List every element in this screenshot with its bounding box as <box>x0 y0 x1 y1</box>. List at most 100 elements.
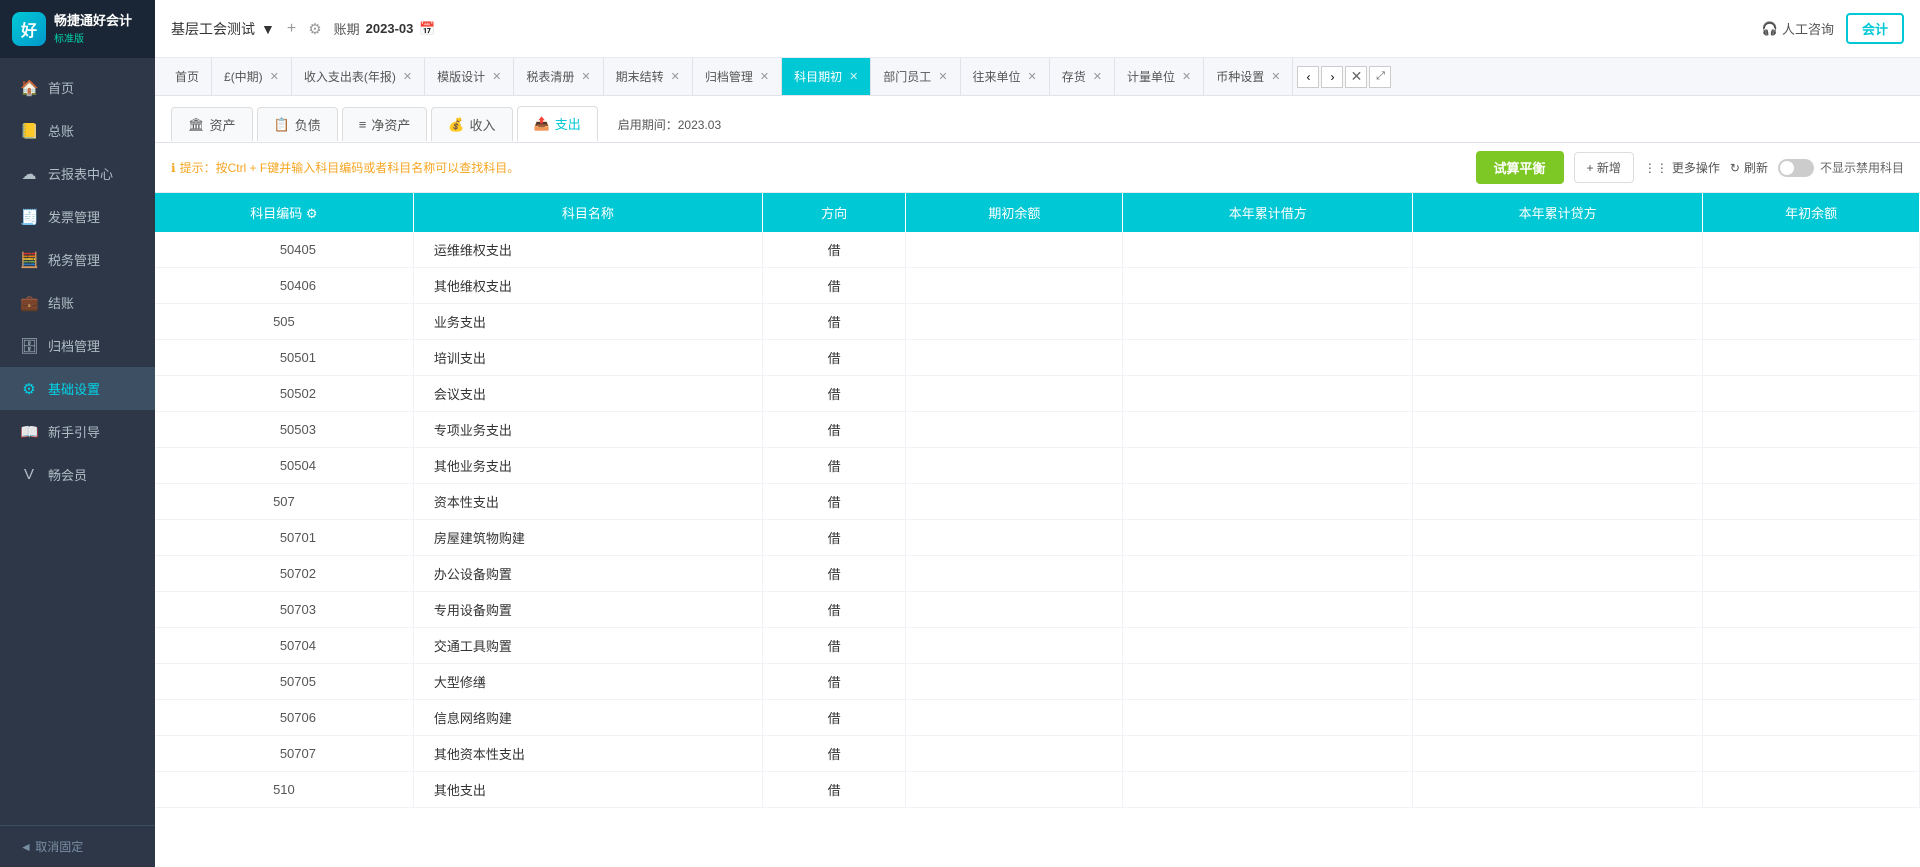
tab-close-unit[interactable]: ✕ <box>1182 70 1191 83</box>
nav-label-home: 首页 <box>48 78 74 97</box>
sidebar-item-reports[interactable]: ☁云报表中心 <box>0 152 155 195</box>
cell-ytd-credit <box>1413 736 1703 772</box>
tab-label-currency: 币种设置 <box>1216 68 1264 85</box>
tab-tax[interactable]: 税表清册✕ <box>514 58 603 96</box>
close-all-tabs-btn[interactable]: ✕ <box>1345 66 1367 88</box>
sidebar-item-guide[interactable]: 📖新手引导 <box>0 410 155 453</box>
cell-name: 专用设备购置 <box>413 592 762 628</box>
subtab-liability[interactable]: 📋负债 <box>257 107 338 141</box>
settings-icon[interactable]: ⚙ <box>308 20 321 38</box>
subtab-label-income: 收入 <box>470 115 496 134</box>
tab-close-interim[interactable]: ✕ <box>270 70 279 83</box>
sidebar-item-settlement[interactable]: 💼结账 <box>0 281 155 324</box>
cell-code: 510 <box>155 772 413 808</box>
calendar-icon: 📅 <box>419 21 435 37</box>
tab-archive[interactable]: 归档管理✕ <box>693 58 782 96</box>
cell-ytd-debit <box>1123 592 1413 628</box>
subtab-asset[interactable]: 🏛资产 <box>171 107 253 141</box>
cell-ytd-debit <box>1123 664 1413 700</box>
cell-code: 50503 <box>155 412 413 448</box>
tab-period_end[interactable]: 期末结转✕ <box>604 58 693 96</box>
cell-opening-balance <box>906 664 1123 700</box>
tab-inventory[interactable]: 存货✕ <box>1050 58 1115 96</box>
tab-close-tax[interactable]: ✕ <box>581 70 590 83</box>
account-button[interactable]: 会计 <box>1846 13 1904 44</box>
nav-icon-member: V <box>20 466 38 483</box>
tab-close-archive[interactable]: ✕ <box>760 70 769 83</box>
cell-ytd-credit <box>1413 700 1703 736</box>
tab-close-period_end[interactable]: ✕ <box>671 70 680 83</box>
subtab-icon-net_asset: ≡ <box>359 117 367 132</box>
cell-opening-balance <box>906 340 1123 376</box>
sidebar-item-tax[interactable]: 🧮税务管理 <box>0 238 155 281</box>
table-row: 50702办公设备购置借 <box>155 556 1920 592</box>
refresh-button[interactable]: ↻ 刷新 <box>1730 159 1768 176</box>
tab-department[interactable]: 部门员工✕ <box>871 58 960 96</box>
tab-template[interactable]: 模版设计✕ <box>425 58 514 96</box>
cell-ytd-credit <box>1413 232 1703 268</box>
tab-home[interactable]: 首页 <box>163 58 212 96</box>
sidebar-item-home[interactable]: 🏠首页 <box>0 66 155 109</box>
refresh-icon: ↻ <box>1730 161 1740 175</box>
cell-opening-balance <box>906 556 1123 592</box>
expand-btn[interactable]: ⤢ <box>1369 66 1391 88</box>
cell-code: 50703 <box>155 592 413 628</box>
toggle-disabled-btn[interactable] <box>1778 159 1814 177</box>
tab-income_annual[interactable]: 收入支出表(年报)✕ <box>292 58 425 96</box>
sidebar-item-member[interactable]: V畅会员 <box>0 453 155 496</box>
subtab-expense[interactable]: 📤 支出 <box>517 106 598 142</box>
cell-direction: 借 <box>762 484 906 520</box>
cell-ytd-credit <box>1413 412 1703 448</box>
tab-subject_init[interactable]: 科目期初✕ <box>782 58 871 96</box>
more-ops-button[interactable]: ⋮⋮ 更多操作 <box>1644 159 1720 176</box>
nav-icon-archive: 🗄 <box>20 337 38 355</box>
tab-close-currency[interactable]: ✕ <box>1271 70 1280 83</box>
table-row: 50705大型修缮借 <box>155 664 1920 700</box>
add-icon[interactable]: + <box>287 20 296 38</box>
tab-contacts[interactable]: 往来单位✕ <box>961 58 1050 96</box>
subtab-net_asset[interactable]: ≡净资产 <box>342 107 428 141</box>
tab-close-department[interactable]: ✕ <box>938 70 947 83</box>
period-selector[interactable]: 账期 2023-03 📅 <box>334 19 436 38</box>
sidebar-item-settings[interactable]: ⚙基础设置 <box>0 367 155 410</box>
cell-ytd-debit <box>1123 484 1413 520</box>
tab-unit[interactable]: 计量单位✕ <box>1115 58 1204 96</box>
cell-year-init <box>1703 484 1920 520</box>
sidebar-item-archive[interactable]: 🗄归档管理 <box>0 324 155 367</box>
cell-year-init <box>1703 556 1920 592</box>
balance-button[interactable]: 试算平衡 <box>1476 151 1564 184</box>
sidebar-item-invoice[interactable]: 🧾发票管理 <box>0 195 155 238</box>
tab-interim[interactable]: £(中期) ✕ <box>212 58 292 96</box>
cell-name: 交通工具购置 <box>413 628 762 664</box>
subtab-icon-expense: 📤 <box>534 116 550 132</box>
company-selector[interactable]: 基层工会测试 ▼ <box>171 19 275 39</box>
tab-close-inventory[interactable]: ✕ <box>1093 70 1102 83</box>
cell-code: 50701 <box>155 520 413 556</box>
cell-name: 其他支出 <box>413 772 762 808</box>
subtab-icon-asset: 🏛 <box>188 117 205 133</box>
cell-direction: 借 <box>762 448 906 484</box>
table-row: 50501培训支出借 <box>155 340 1920 376</box>
help-button[interactable]: 🎧 人工咨询 <box>1762 19 1834 38</box>
th-____: 科目名称 <box>413 193 762 232</box>
tab-label-interim: £(中期) <box>224 68 263 85</box>
tab-close-income_annual[interactable]: ✕ <box>403 70 412 83</box>
tab-close-template[interactable]: ✕ <box>492 70 501 83</box>
add-button[interactable]: + 新增 <box>1574 152 1634 183</box>
sidebar-collapse-btn[interactable]: ◄ 取消固定 <box>0 825 155 867</box>
subtab-label-expense: 支出 <box>555 114 581 133</box>
cell-direction: 借 <box>762 556 906 592</box>
sidebar-item-ledger[interactable]: 📒总账 <box>0 109 155 152</box>
tab-close-subject_init[interactable]: ✕ <box>849 70 858 83</box>
period-value: 2023-03 <box>366 21 414 36</box>
help-label: 人工咨询 <box>1782 19 1834 38</box>
cell-code: 50704 <box>155 628 413 664</box>
subtab-income[interactable]: 💰收入 <box>431 107 512 141</box>
cell-code: 50406 <box>155 268 413 304</box>
tab-prev-btn[interactable]: ‹ <box>1297 66 1319 88</box>
tab-currency[interactable]: 币种设置 ✕ <box>1204 58 1293 96</box>
tab-close-contacts[interactable]: ✕ <box>1028 70 1037 83</box>
tab-next-btn[interactable]: › <box>1321 66 1343 88</box>
table-row: 50701房屋建筑物购建借 <box>155 520 1920 556</box>
cell-ytd-credit <box>1413 628 1703 664</box>
